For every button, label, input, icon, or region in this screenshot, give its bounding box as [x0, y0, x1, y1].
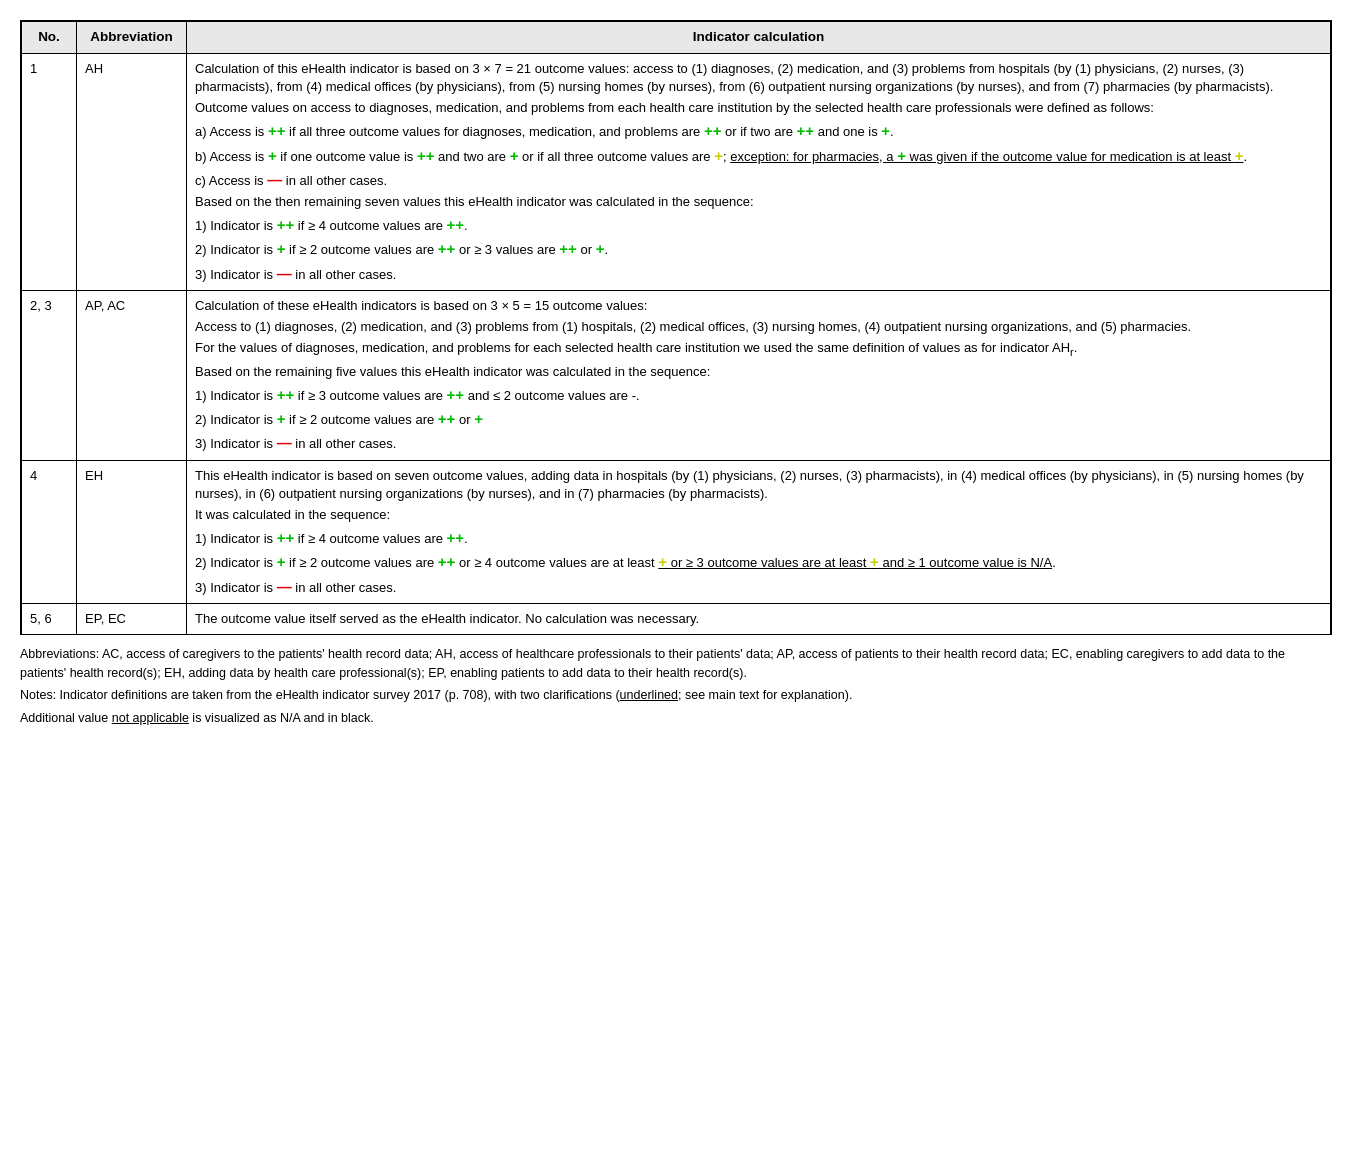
- table-row: 1 AH Calculation of this eHealth indicat…: [22, 53, 1331, 290]
- cell-calc: Calculation of this eHealth indicator is…: [187, 53, 1331, 290]
- abbreviations-text: Abbreviations: AC, access of caregivers …: [20, 645, 1332, 683]
- header-no: No.: [22, 22, 77, 54]
- indicator-table: No. Abbreviation Indicator calculation 1…: [21, 21, 1331, 635]
- cell-calc: This eHealth indicator is based on seven…: [187, 460, 1331, 603]
- cell-abbr: AP, AC: [77, 290, 187, 460]
- notes-text: Notes: Indicator definitions are taken f…: [20, 686, 1332, 705]
- additional-text: Additional value not applicable is visua…: [20, 709, 1332, 728]
- cell-no: 2, 3: [22, 290, 77, 460]
- table-row: 2, 3 AP, AC Calculation of these eHealth…: [22, 290, 1331, 460]
- cell-abbr: EP, EC: [77, 603, 187, 634]
- cell-abbr: AH: [77, 53, 187, 290]
- table-row: 5, 6 EP, EC The outcome value itself ser…: [22, 603, 1331, 634]
- cell-calc: Calculation of these eHealth indicators …: [187, 290, 1331, 460]
- cell-no: 1: [22, 53, 77, 290]
- table-row: 4 EH This eHealth indicator is based on …: [22, 460, 1331, 603]
- main-table-container: No. Abbreviation Indicator calculation 1…: [20, 20, 1332, 635]
- cell-no: 4: [22, 460, 77, 603]
- cell-calc: The outcome value itself served as the e…: [187, 603, 1331, 634]
- header-indicator-calc: Indicator calculation: [187, 22, 1331, 54]
- cell-no: 5, 6: [22, 603, 77, 634]
- table-header-row: No. Abbreviation Indicator calculation: [22, 22, 1331, 54]
- notes-section: Abbreviations: AC, access of caregivers …: [20, 645, 1332, 728]
- cell-abbr: EH: [77, 460, 187, 603]
- header-abbreviation: Abbreviation: [77, 22, 187, 54]
